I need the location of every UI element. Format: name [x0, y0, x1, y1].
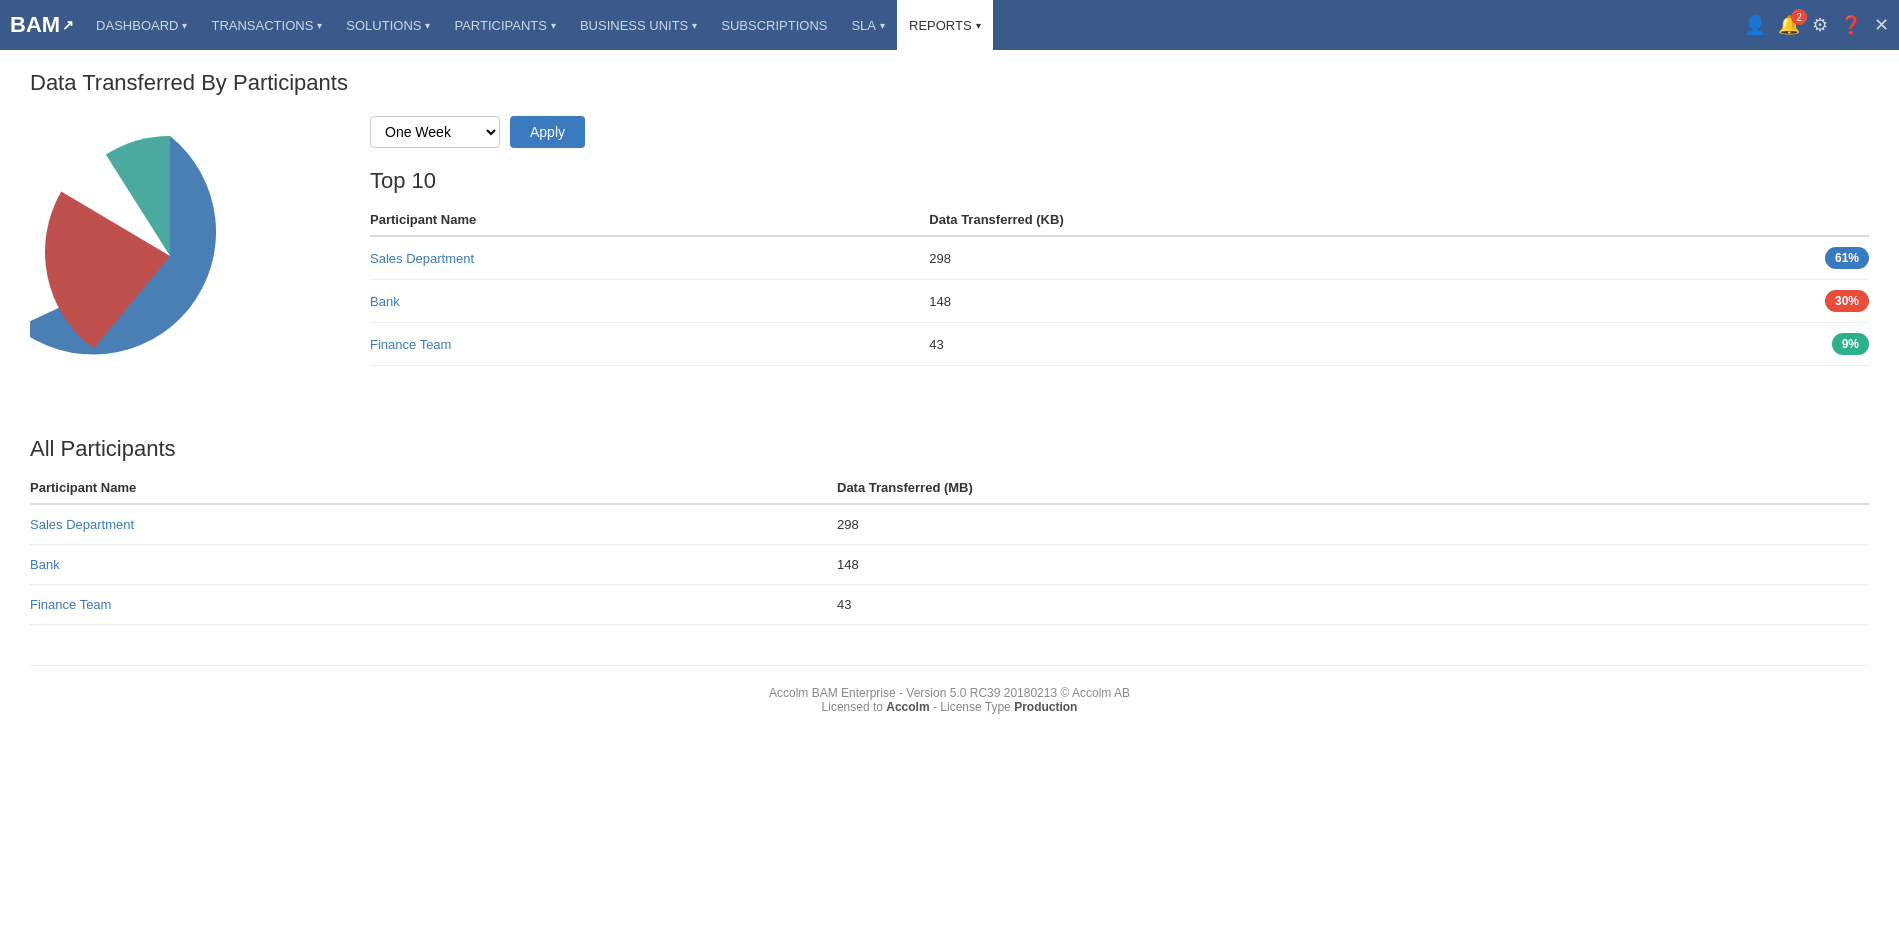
notifications-icon[interactable]: 🔔 2 [1778, 14, 1800, 36]
brand-icon: ↗ [62, 17, 74, 33]
chevron-down-icon: ▾ [692, 20, 697, 31]
top10-section: One Week One Month One Year Apply Top 10… [370, 116, 1869, 366]
footer-line2: Licensed to Accolm - License Type Produc… [50, 700, 1849, 714]
brand-text: BAM [10, 12, 60, 38]
pct-badge: 9% [1832, 333, 1869, 355]
participant-link[interactable]: Finance Team [30, 597, 111, 612]
table-row: Bank 148 [30, 545, 1869, 585]
data-value: 148 [929, 280, 1637, 323]
nav-sla[interactable]: SLA▾ [839, 0, 897, 50]
filter-row: One Week One Month One Year Apply [370, 116, 1869, 148]
data-value: 43 [837, 585, 1869, 625]
all-col-data: Data Transferred (MB) [837, 472, 1869, 504]
nav-items: DASHBOARD▾ TRANSACTIONS▾ SOLUTIONS▾ PART… [84, 0, 1744, 50]
table-row: Sales Department 298 61% [370, 236, 1869, 280]
chevron-down-icon: ▾ [551, 20, 556, 31]
top10-col-data: Data Transferred (KB) [929, 204, 1637, 236]
table-row: Finance Team 43 [30, 585, 1869, 625]
footer: Accolm BAM Enterprise - Version 5.0 RC39… [30, 665, 1869, 734]
period-select[interactable]: One Week One Month One Year [370, 116, 500, 148]
settings-icon[interactable]: ⚙ [1812, 14, 1828, 36]
chevron-down-icon: ▾ [425, 20, 430, 31]
pct-cell: 61% [1637, 236, 1869, 280]
nav-right-icons: 👤 🔔 2 ⚙ ❓ ✕ [1744, 14, 1889, 36]
nav-solutions[interactable]: SOLUTIONS▾ [334, 0, 442, 50]
table-row: Finance Team 43 9% [370, 323, 1869, 366]
main-content: Data Transferred By Participants [0, 50, 1899, 946]
data-value: 298 [929, 236, 1637, 280]
nav-subscriptions[interactable]: SUBSCRIPTIONS [709, 0, 839, 50]
nav-dashboard[interactable]: DASHBOARD▾ [84, 0, 199, 50]
participant-link[interactable]: Bank [370, 294, 400, 309]
participant-link[interactable]: Finance Team [370, 337, 451, 352]
top10-col-participant: Participant Name [370, 204, 929, 236]
close-icon[interactable]: ✕ [1874, 14, 1889, 36]
navbar: BAM↗ DASHBOARD▾ TRANSACTIONS▾ SOLUTIONS▾… [0, 0, 1899, 50]
table-row: Sales Department 298 [30, 504, 1869, 545]
pct-cell: 30% [1637, 280, 1869, 323]
data-value: 43 [929, 323, 1637, 366]
top10-heading: Top 10 [370, 168, 1869, 194]
help-icon[interactable]: ❓ [1840, 14, 1862, 36]
footer-brand: Accolm [886, 700, 929, 714]
brand-logo[interactable]: BAM↗ [10, 12, 74, 38]
apply-button[interactable]: Apply [510, 116, 585, 148]
pct-cell: 9% [1637, 323, 1869, 366]
participant-link[interactable]: Bank [30, 557, 60, 572]
pct-badge: 30% [1825, 290, 1869, 312]
all-participants-section: All Participants Participant Name Data T… [30, 436, 1869, 625]
footer-line1: Accolm BAM Enterprise - Version 5.0 RC39… [50, 686, 1849, 700]
all-participants-table: Participant Name Data Transferred (MB) S… [30, 472, 1869, 625]
chevron-down-icon: ▾ [976, 20, 981, 31]
footer-license-type: Production [1014, 700, 1077, 714]
participant-link[interactable]: Sales Department [30, 517, 134, 532]
page-title: Data Transferred By Participants [30, 70, 1869, 96]
nav-business-units[interactable]: BUSINESS UNITS▾ [568, 0, 709, 50]
data-value: 298 [837, 504, 1869, 545]
nav-reports[interactable]: REPORTS▾ [897, 0, 993, 50]
chart-section: One Week One Month One Year Apply Top 10… [30, 116, 1869, 396]
nav-transactions[interactable]: TRANSACTIONS▾ [199, 0, 334, 50]
top10-table: Participant Name Data Transferred (KB) S… [370, 204, 1869, 366]
data-value: 148 [837, 545, 1869, 585]
notification-badge: 2 [1791, 9, 1807, 25]
pct-badge: 61% [1825, 247, 1869, 269]
all-participants-heading: All Participants [30, 436, 1869, 462]
pie-chart [30, 116, 310, 396]
participant-link[interactable]: Sales Department [370, 251, 474, 266]
table-row: Bank 148 30% [370, 280, 1869, 323]
chevron-down-icon: ▾ [880, 20, 885, 31]
user-icon[interactable]: 👤 [1744, 14, 1766, 36]
nav-participants[interactable]: PARTICIPANTS▾ [442, 0, 567, 50]
chevron-down-icon: ▾ [317, 20, 322, 31]
all-col-participant: Participant Name [30, 472, 837, 504]
chevron-down-icon: ▾ [182, 20, 187, 31]
